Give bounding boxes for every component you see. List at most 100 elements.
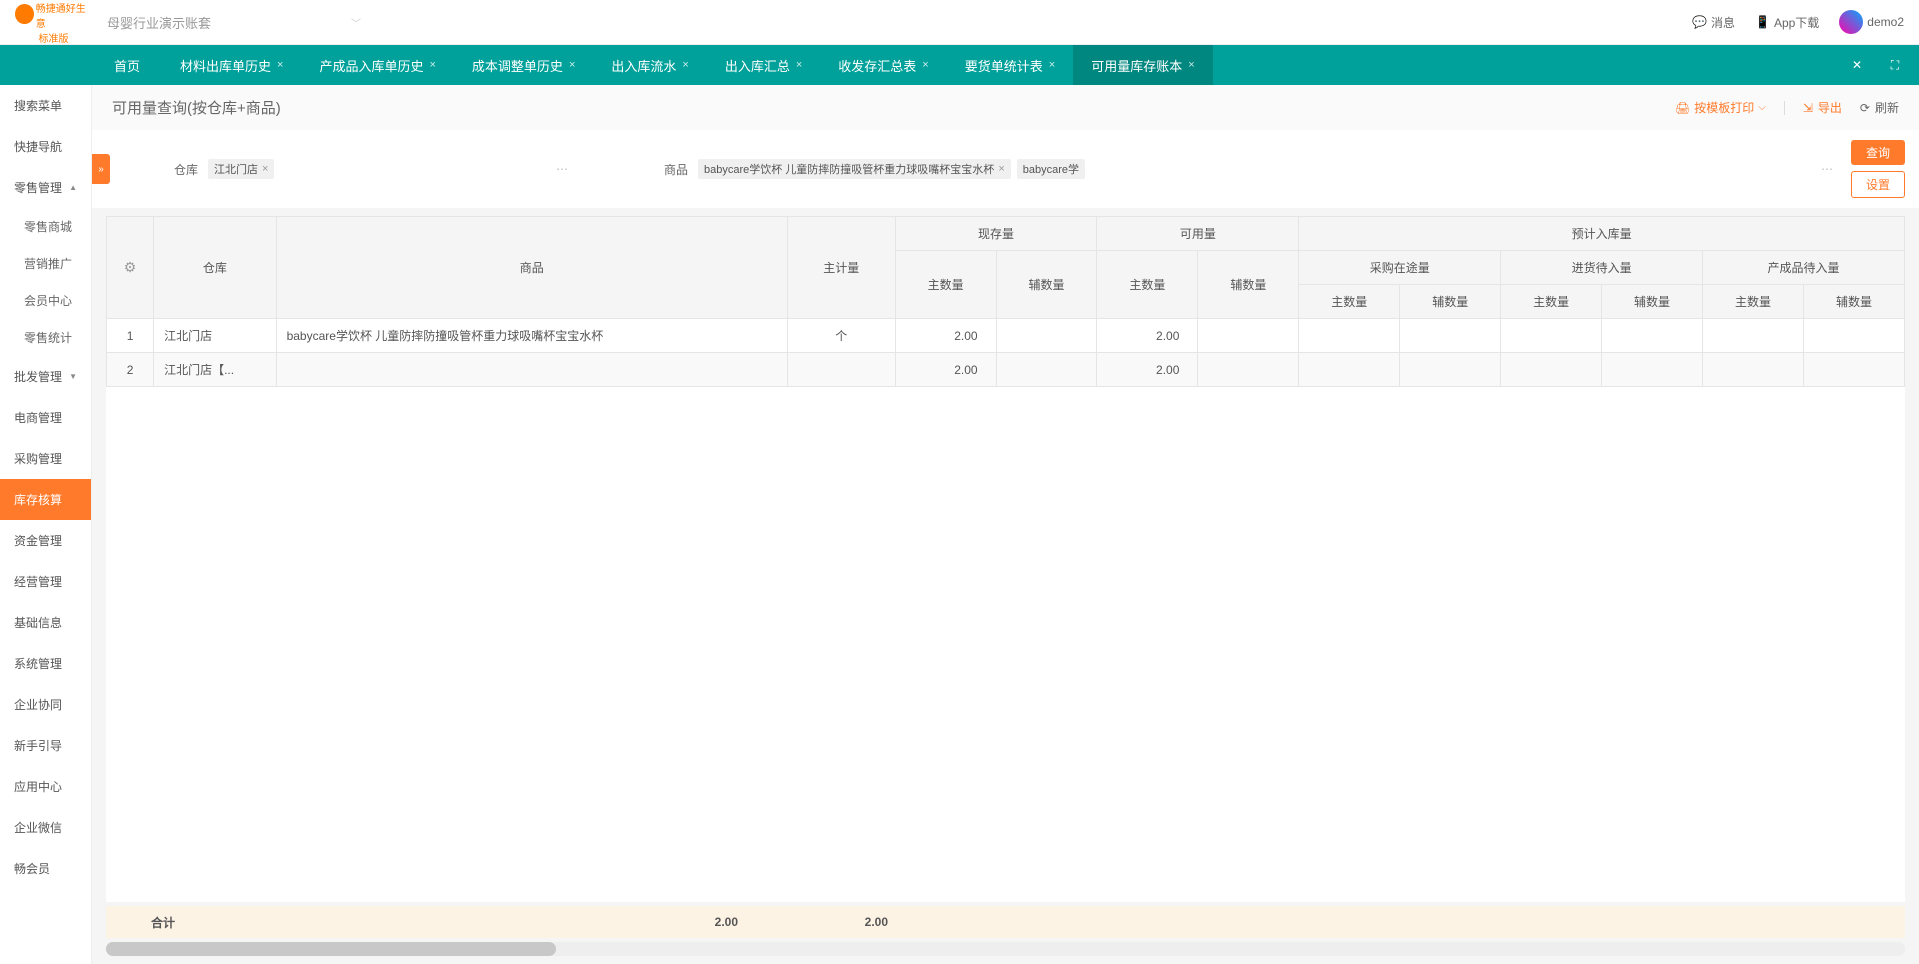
- col-group-expected: 预计入库量: [1299, 217, 1905, 251]
- col-sub: 主数量: [1703, 285, 1804, 319]
- col-product: 商品: [276, 217, 787, 319]
- query-button[interactable]: 查询: [1851, 140, 1905, 165]
- cell: [1602, 319, 1703, 353]
- cell: [1400, 353, 1501, 387]
- col-sub: 辅数量: [1803, 285, 1904, 319]
- chevron-up-icon: ▲: [69, 183, 77, 192]
- print-label: 按模板打印: [1694, 99, 1754, 116]
- sidebar-item[interactable]: 基础信息: [0, 602, 91, 643]
- horizontal-scrollbar[interactable]: [106, 942, 1905, 956]
- sidebar-item-label: 应用中心: [14, 778, 62, 795]
- cell: 2: [107, 353, 154, 387]
- col-stock-main: 主数量: [895, 251, 996, 319]
- sidebar-item[interactable]: 电商管理: [0, 397, 91, 438]
- tab-close-icon[interactable]: ×: [682, 59, 688, 71]
- filter-tag: babycare学饮杯 儿童防摔防撞吸管杯重力球吸嘴杯宝宝水杯 ×: [698, 159, 1011, 179]
- refresh-button[interactable]: ⟳ 刷新: [1860, 99, 1899, 116]
- table-row[interactable]: 1江北门店babycare学饮杯 儿童防摔防撞吸管杯重力球吸嘴杯宝宝水杯个2.0…: [107, 319, 1905, 353]
- table-row[interactable]: 2江北门店【...2.002.00: [107, 353, 1905, 387]
- col-group-available: 可用量: [1097, 217, 1299, 251]
- sidebar-item[interactable]: 应用中心: [0, 766, 91, 807]
- col-avail-aux: 辅数量: [1198, 251, 1299, 319]
- tab[interactable]: 出入库流水 ×: [593, 45, 706, 85]
- tab-close-icon[interactable]: ×: [277, 59, 283, 71]
- close-all-icon[interactable]: ✕: [1843, 58, 1871, 72]
- sidebar-subitem[interactable]: 零售商城: [0, 208, 91, 245]
- page-header: 可用量查询(按仓库+商品) 🖨 按模板打印 ⌵ ⇲ 导出 ⟳ 刷新: [92, 85, 1919, 130]
- export-icon: ⇲: [1803, 101, 1813, 115]
- print-button[interactable]: 🖨 按模板打印 ⌵: [1675, 99, 1766, 116]
- tab-label: 材料出库单历史: [180, 56, 271, 75]
- user-menu[interactable]: demo2: [1839, 10, 1904, 34]
- sidebar-item[interactable]: 经营管理: [0, 561, 91, 602]
- tab-close-icon[interactable]: ×: [569, 59, 575, 71]
- cell: [1803, 353, 1904, 387]
- tab-label: 产成品入库单历史: [319, 56, 423, 75]
- tab[interactable]: 产成品入库单历史 ×: [301, 45, 453, 85]
- tab-close-icon[interactable]: ×: [922, 59, 928, 71]
- tab[interactable]: 出入库汇总×: [707, 45, 820, 85]
- username-label: demo2: [1867, 15, 1904, 29]
- more-icon[interactable]: ⋯: [1821, 162, 1833, 176]
- tab[interactable]: 要货单统计表 ×: [947, 45, 1073, 85]
- sidebar-item[interactable]: 采购管理: [0, 438, 91, 479]
- message-icon: 💬: [1692, 15, 1707, 29]
- tab[interactable]: 成本调整单历史×: [454, 45, 593, 85]
- tab[interactable]: 可用量库存账本×: [1073, 45, 1212, 85]
- tab[interactable]: 首页: [92, 45, 162, 85]
- cell: [276, 353, 787, 387]
- tab-label: 要货单统计表: [965, 56, 1043, 75]
- more-icon[interactable]: ⋯: [556, 162, 568, 176]
- sidebar-item[interactable]: 企业微信: [0, 807, 91, 848]
- page-title: 可用量查询(按仓库+商品): [112, 97, 281, 118]
- cell: 2.00: [895, 353, 996, 387]
- account-set-selector[interactable]: 母婴行业演示账套 ﹀: [107, 13, 361, 32]
- tab-close-icon[interactable]: ×: [1049, 59, 1055, 71]
- tab-label: 收发存汇总表: [838, 56, 916, 75]
- tab[interactable]: 材料出库单历史 ×: [162, 45, 301, 85]
- warehouse-filter-label: 仓库: [148, 161, 198, 178]
- sidebar-item-label: 快捷导航: [14, 138, 62, 155]
- sidebar-item[interactable]: 零售管理 ▲: [0, 167, 91, 208]
- sidebar-item[interactable]: 搜索菜单: [0, 85, 91, 126]
- sidebar-item-label: 零售管理: [14, 179, 62, 196]
- page-actions: 🖨 按模板打印 ⌵ ⇲ 导出 ⟳ 刷新: [1675, 99, 1899, 116]
- sidebar-subitem[interactable]: 零售统计: [0, 319, 91, 356]
- sidebar-item[interactable]: 批发管理▼: [0, 356, 91, 397]
- tab-close-icon[interactable]: ×: [796, 59, 802, 71]
- main-content: 可用量查询(按仓库+商品) 🖨 按模板打印 ⌵ ⇲ 导出 ⟳ 刷新: [92, 85, 1919, 964]
- expand-filter-handle[interactable]: »: [92, 154, 110, 184]
- tag-remove-icon[interactable]: ×: [998, 163, 1004, 175]
- tab-close-icon[interactable]: ×: [429, 59, 435, 71]
- messages-button[interactable]: 💬 消息: [1692, 14, 1735, 31]
- sidebar-item[interactable]: 新手引导: [0, 725, 91, 766]
- data-table-wrap: ⚙ 仓库 商品 主计量 现存量 可用量 预计入库量 主数量 辅数量 主数量 辅数…: [106, 216, 1905, 902]
- settings-button[interactable]: 设置: [1851, 171, 1905, 198]
- product-filter-input[interactable]: babycare学饮杯 儿童防摔防撞吸管杯重力球吸嘴杯宝宝水杯 × babyca…: [698, 156, 1833, 182]
- tag-remove-icon[interactable]: ×: [262, 163, 268, 175]
- app-download-button[interactable]: 📱 App下载: [1755, 14, 1819, 31]
- sidebar-subitem[interactable]: 营销推广: [0, 245, 91, 282]
- column-settings-button[interactable]: ⚙: [107, 217, 154, 319]
- cell: 个: [787, 319, 895, 353]
- cell: [1198, 319, 1299, 353]
- fullscreen-icon[interactable]: ⛶: [1881, 58, 1909, 73]
- sidebar-item[interactable]: 企业协同: [0, 684, 91, 725]
- sidebar-item[interactable]: 系统管理: [0, 643, 91, 684]
- avatar: [1839, 10, 1863, 34]
- sidebar-item[interactable]: 快捷导航: [0, 126, 91, 167]
- tab-label: 出入库流水: [611, 56, 676, 75]
- tab-close-icon[interactable]: ×: [1188, 59, 1194, 71]
- warehouse-filter-input[interactable]: 江北门店 × ⋯: [208, 156, 568, 182]
- export-button[interactable]: ⇲ 导出: [1803, 99, 1842, 116]
- cell: [1703, 353, 1804, 387]
- tab[interactable]: 收发存汇总表 ×: [820, 45, 946, 85]
- col-warehouse: 仓库: [154, 217, 276, 319]
- sidebar-item[interactable]: 畅会员: [0, 848, 91, 889]
- cell: babycare学饮杯 儿童防摔防撞吸管杯重力球吸嘴杯宝宝水杯: [276, 319, 787, 353]
- sidebar-item[interactable]: 库存核算: [0, 479, 91, 520]
- scrollbar-thumb[interactable]: [106, 942, 556, 956]
- sidebar-subitem[interactable]: 会员中心: [0, 282, 91, 319]
- sidebar-item-label: 基础信息: [14, 614, 62, 631]
- sidebar-item[interactable]: 资金管理: [0, 520, 91, 561]
